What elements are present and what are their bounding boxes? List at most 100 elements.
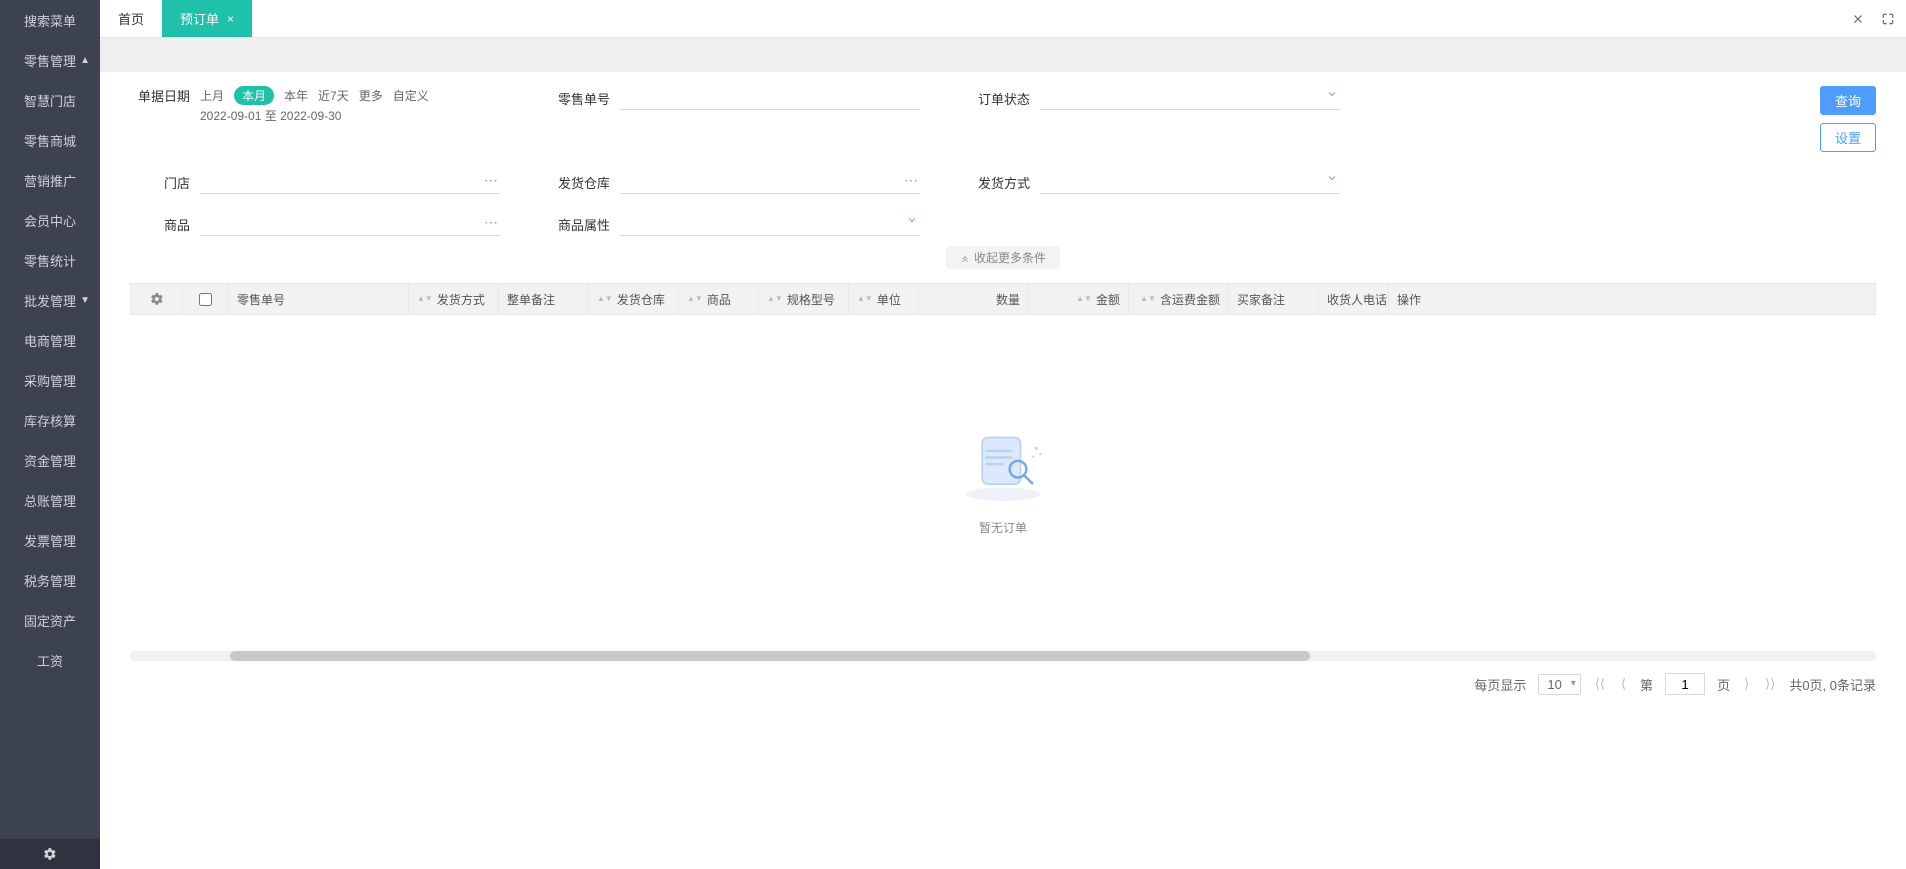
col-settings[interactable] — [131, 284, 183, 314]
sidebar-item-inventory[interactable]: 库存核算 — [0, 400, 100, 440]
sidebar-item-purchase[interactable]: 采购管理 — [0, 360, 100, 400]
chevron-down-icon[interactable] — [906, 214, 918, 226]
col-ops[interactable]: 操作 — [1389, 284, 1875, 314]
sidebar-item-member-center[interactable]: 会员中心 — [0, 200, 100, 240]
order-status-select[interactable] — [1040, 86, 1340, 110]
th-label: 买家备注 — [1237, 291, 1285, 308]
col-qty[interactable]: 数量 — [919, 284, 1029, 314]
sort-icon[interactable]: ▲▼ — [1076, 297, 1092, 301]
sidebar-item-invoice[interactable]: 发票管理 — [0, 520, 100, 560]
date-opt-prev-month[interactable]: 上月 — [200, 87, 224, 104]
sidebar-item-tax[interactable]: 税务管理 — [0, 560, 100, 600]
per-page-select[interactable]: 10 ▾ — [1538, 674, 1580, 695]
order-no-label: 零售单号 — [550, 89, 610, 108]
goods-attr-select[interactable] — [620, 212, 920, 236]
sidebar-item-ledger[interactable]: 总账管理 — [0, 480, 100, 520]
pager-last[interactable]: ⟩⟩ — [1763, 676, 1777, 692]
date-opt-custom[interactable]: 自定义 — [393, 87, 429, 104]
pager-prev[interactable]: ⟨ — [1619, 676, 1628, 692]
col-spec[interactable]: ▲▼规格型号 — [759, 284, 849, 314]
sidebar: 搜索菜单 零售管理 ▲ 智慧门店 零售商城 营销推广 会员中心 零售统计 批发管… — [0, 0, 100, 869]
scrollbar-thumb[interactable] — [230, 651, 1310, 661]
col-goods[interactable]: ▲▼商品 — [679, 284, 759, 314]
per-page-label: 每页显示 — [1474, 675, 1526, 694]
sidebar-item-fixed-assets[interactable]: 固定资产 — [0, 600, 100, 640]
col-ship-wh[interactable]: ▲▼发货仓库 — [589, 284, 679, 314]
date-opt-last7[interactable]: 近7天 — [318, 87, 349, 104]
sort-icon[interactable]: ▲▼ — [767, 297, 783, 301]
chevron-down-icon: ▼ — [80, 295, 90, 306]
sort-icon[interactable]: ▲▼ — [597, 297, 613, 301]
col-amount-ship[interactable]: ▲▼ 含运费金额 — [1129, 284, 1229, 314]
sort-icon[interactable]: ▲▼ — [1140, 297, 1156, 301]
table-header: 零售单号 ▲▼发货方式 整单备注 ▲▼发货仓库 ▲▼商品 ▲▼规格型号 ▲▼ 单位… — [130, 283, 1876, 315]
th-label: 单位 — [877, 291, 901, 308]
sidebar-item-ecommerce[interactable]: 电商管理 — [0, 320, 100, 360]
select-all-checkbox[interactable] — [199, 293, 212, 306]
ship-method-select[interactable] — [1040, 170, 1340, 194]
pager-next[interactable]: ⟩ — [1742, 676, 1751, 692]
sidebar-item-wholesale[interactable]: 批发管理 ▼ — [0, 280, 100, 320]
page-input[interactable] — [1665, 673, 1705, 695]
sort-icon[interactable]: ▲▼ — [417, 297, 433, 301]
empty-state: 暂无订单 — [130, 315, 1876, 645]
date-quick-options: 上月 本月 本年 近7天 更多 自定义 — [200, 86, 429, 105]
sidebar-item-retail-mall[interactable]: 零售商城 — [0, 120, 100, 160]
date-opt-this-year[interactable]: 本年 — [284, 87, 308, 104]
sort-icon[interactable]: ▲▼ — [687, 297, 703, 301]
per-page-value: 10 — [1547, 677, 1561, 692]
sidebar-settings[interactable] — [0, 839, 100, 869]
chevron-down-icon[interactable] — [1326, 172, 1338, 184]
chevron-up-icon: ▲ — [80, 55, 90, 66]
ellipsis-icon[interactable]: ⋯ — [484, 172, 498, 189]
tab-preorder[interactable]: 预订单 × — [162, 0, 252, 37]
pager-first[interactable]: ⟨⟨ — [1593, 676, 1607, 692]
sidebar-item-label: 采购管理 — [24, 371, 76, 390]
sidebar-item-label: 营销推广 — [24, 171, 76, 190]
ellipsis-icon[interactable]: ⋯ — [904, 172, 918, 189]
close-icon[interactable]: × — [227, 12, 234, 26]
horizontal-scrollbar[interactable] — [130, 651, 1876, 661]
col-unit[interactable]: ▲▼ 单位 — [849, 284, 919, 314]
sidebar-item-marketing[interactable]: 营销推广 — [0, 160, 100, 200]
date-opt-more[interactable]: 更多 — [359, 87, 383, 104]
order-no-input[interactable] — [620, 86, 920, 110]
sidebar-item-label: 发票管理 — [24, 531, 76, 550]
col-buyer-remark[interactable]: 买家备注 — [1229, 284, 1319, 314]
sidebar-search[interactable]: 搜索菜单 — [0, 0, 100, 40]
sidebar-item-salary[interactable]: 工资 — [0, 640, 100, 680]
date-from: 2022-09-01 — [200, 109, 261, 123]
date-sep: 至 — [265, 109, 277, 123]
sidebar-item-retail-stats[interactable]: 零售统计 — [0, 240, 100, 280]
sidebar-item-label: 固定资产 — [24, 611, 76, 630]
ship-warehouse-input[interactable] — [620, 170, 920, 194]
date-opt-this-month[interactable]: 本月 — [234, 86, 274, 105]
ellipsis-icon[interactable]: ⋯ — [484, 214, 498, 231]
th-label: 含运费金额 — [1160, 291, 1220, 308]
tab-close-all[interactable] — [1846, 7, 1870, 31]
sidebar-item-label: 智慧门店 — [24, 91, 76, 110]
chevron-down-icon[interactable] — [1326, 88, 1338, 100]
goods-input[interactable] — [200, 212, 500, 236]
th-label: 金额 — [1096, 291, 1120, 308]
toolbar-strip — [100, 38, 1906, 72]
store-input[interactable] — [200, 170, 500, 194]
sort-icon[interactable]: ▲▼ — [857, 297, 873, 301]
col-whole-remark[interactable]: 整单备注 — [499, 284, 589, 314]
collapse-conditions[interactable]: 收起更多条件 — [946, 246, 1060, 269]
col-amount[interactable]: ▲▼ 金额 — [1029, 284, 1129, 314]
th-label: 收货人电话 — [1327, 291, 1387, 308]
col-order-no[interactable]: 零售单号 — [229, 284, 409, 314]
col-ship-method[interactable]: ▲▼发货方式 — [409, 284, 499, 314]
fullscreen-button[interactable] — [1876, 7, 1900, 31]
tab-home[interactable]: 首页 — [100, 0, 162, 37]
col-recv-phone[interactable]: 收货人电话 — [1319, 284, 1389, 314]
table: 零售单号 ▲▼发货方式 整单备注 ▲▼发货仓库 ▲▼商品 ▲▼规格型号 ▲▼ 单位… — [130, 283, 1876, 645]
settings-button[interactable]: 设置 — [1820, 123, 1876, 152]
ship-method-label: 发货方式 — [970, 173, 1030, 192]
query-button[interactable]: 查询 — [1820, 86, 1876, 115]
button-label: 查询 — [1835, 94, 1861, 109]
sidebar-item-funds[interactable]: 资金管理 — [0, 440, 100, 480]
sidebar-item-retail[interactable]: 零售管理 ▲ — [0, 40, 100, 80]
sidebar-item-smart-store[interactable]: 智慧门店 — [0, 80, 100, 120]
